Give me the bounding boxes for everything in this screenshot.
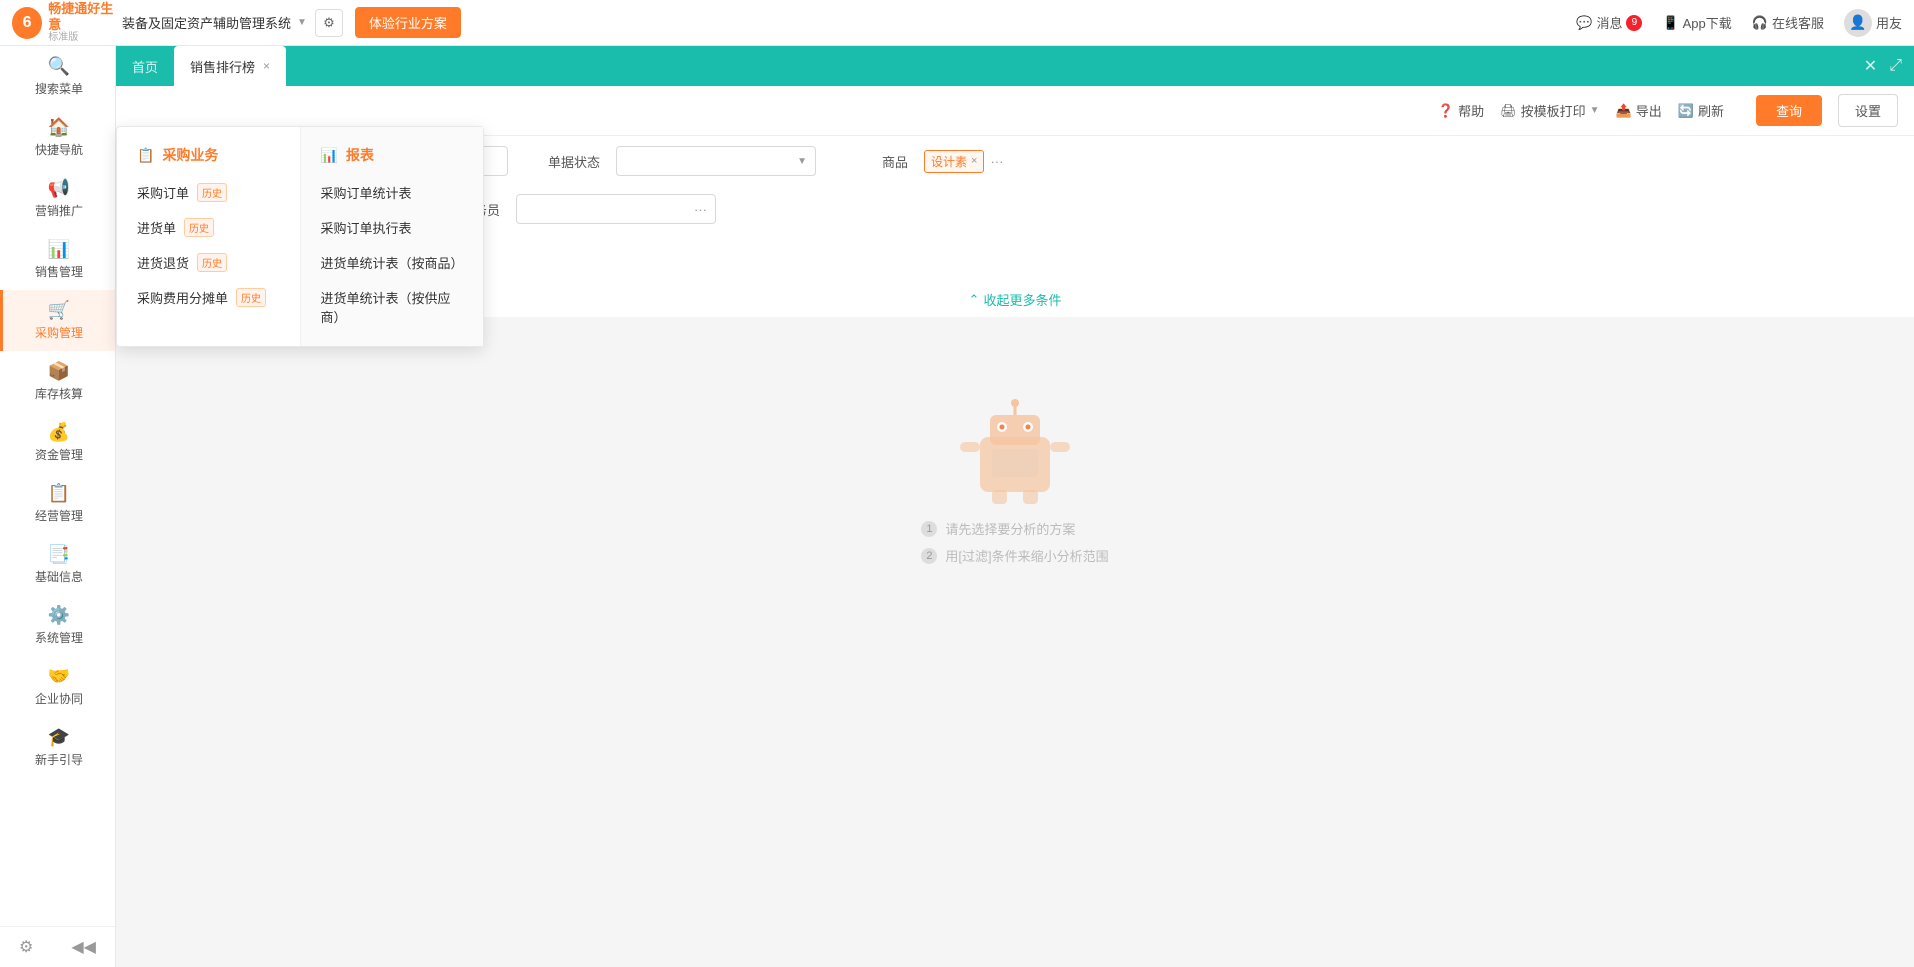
inventory-icon: 📦 — [48, 361, 70, 382]
sidebar-item-system[interactable]: ⚙️ 系统管理 — [0, 595, 115, 656]
dropdown-item-report-inbound-supplier[interactable]: 进货单统计表（按供应商） — [301, 280, 484, 334]
goods-filter: 设计素 × ··· — [924, 150, 1003, 173]
sales-icon: 📊 — [48, 239, 70, 260]
sidebar-item-quick[interactable]: 🏠 快捷导航 — [0, 107, 115, 168]
tab-sales-rank[interactable]: 销售排行榜 × — [174, 46, 286, 86]
report-col-icon: 📊 — [321, 147, 338, 164]
user-item[interactable]: 👤 用友 — [1844, 9, 1902, 37]
dropdown-item-purchase-return[interactable]: 进货退货 历史 — [117, 245, 300, 280]
print-icon: 🖨 — [1500, 103, 1517, 119]
system-name[interactable]: 装备及固定资产辅助管理系统 ▼ — [122, 13, 307, 32]
empty-hint-2: 2 用[过滤]条件来缩小分析范围 — [921, 546, 1108, 565]
finance-icon: 💰 — [48, 422, 70, 443]
help-button[interactable]: ❓ 帮助 — [1438, 101, 1484, 120]
purchase-col: 📋 采购业务 采购订单 历史 进货单 历史 进货退货 历史 采购费用分摊单 历史 — [117, 127, 300, 346]
sidebar-item-guide[interactable]: 🎓 新手引导 — [0, 717, 115, 778]
guide-icon: 🎓 — [48, 727, 70, 748]
report-col: 📊 报表 采购订单统计表 采购订单执行表 进货单统计表（按商品） 进货单统计表（… — [300, 127, 484, 346]
tab-bar-right: ✕ ⤢ — [1864, 56, 1914, 76]
operations-icon: 📋 — [48, 483, 70, 504]
tab-bar: 首页 销售排行榜 × ✕ ⤢ — [116, 46, 1914, 86]
sidebar-item-marketing[interactable]: 📢 营销推广 — [0, 168, 115, 229]
sidebar-item-cooperation[interactable]: 🤝 企业协同 — [0, 656, 115, 717]
goods-more-icon[interactable]: ··· — [990, 154, 1003, 169]
dropdown-item-report-order-stat[interactable]: 采购订单统计表 — [301, 175, 484, 210]
sidebar-item-finance[interactable]: 💰 资金管理 — [0, 412, 115, 473]
empty-state: 1 请先选择要分析的方案 2 用[过滤]条件来缩小分析范围 — [116, 317, 1914, 645]
print-dropdown-icon: ▼ — [1590, 105, 1600, 116]
sidebar-item-search[interactable]: 🔍 搜索菜单 — [0, 46, 115, 107]
home-icon: 🏠 — [48, 117, 70, 138]
online-service-item[interactable]: 🎧 在线客服 — [1752, 13, 1824, 32]
topbar: 6 畅捷通好生意 标准版 装备及固定资产辅助管理系统 ▼ ⚙ 体验行业方案 💬 … — [0, 0, 1914, 46]
collapse-sidebar-icon[interactable]: ◀◀ — [71, 937, 96, 957]
system-icon: ⚙️ — [48, 605, 70, 626]
avatar: 👤 — [1844, 9, 1872, 37]
salesperson-more-icon[interactable]: ··· — [694, 202, 707, 217]
search-icon: 🔍 — [48, 56, 70, 77]
phone-icon: 📱 — [1662, 15, 1678, 31]
export-button[interactable]: 📤 导出 — [1616, 101, 1662, 120]
message-icon: 💬 — [1576, 15, 1592, 31]
dropdown-item-purchase-inbound[interactable]: 进货单 历史 — [117, 210, 300, 245]
message-item[interactable]: 💬 消息 9 — [1576, 13, 1642, 32]
purchase-col-title: 📋 采购业务 — [117, 139, 300, 175]
logo-icon: 6 — [12, 7, 42, 39]
sidebar-item-purchase[interactable]: 🛒 采购管理 — [0, 290, 115, 351]
dropdown-item-report-inbound-goods[interactable]: 进货单统计表（按商品） — [301, 245, 484, 280]
headset-icon: 🎧 — [1752, 15, 1768, 31]
industry-btn[interactable]: 体验行业方案 — [355, 7, 461, 38]
basic-icon: 📑 — [48, 544, 70, 565]
dropdown-item-purchase-expense[interactable]: 采购费用分摊单 历史 — [117, 280, 300, 315]
tab-expand-icon[interactable]: ⤢ — [1889, 57, 1902, 75]
dropdown-item-purchase-order[interactable]: 采购订单 历史 — [117, 175, 300, 210]
tab-home[interactable]: 首页 — [116, 46, 174, 86]
purchase-icon: 🛒 — [48, 300, 70, 321]
gear-button[interactable]: ⚙ — [315, 9, 343, 37]
dropdown-item-report-order-exec[interactable]: 采购订单执行表 — [301, 210, 484, 245]
sidebar: 🔍 搜索菜单 🏠 快捷导航 📢 营销推广 📊 销售管理 🛒 采购管理 📦 库存核… — [0, 46, 116, 967]
dropdown-arrow-icon: ▼ — [297, 17, 307, 28]
collapse-up-icon: ⌃ — [969, 292, 980, 308]
purchase-dropdown-menu: 📋 采购业务 采购订单 历史 进货单 历史 进货退货 历史 采购费用分摊单 历史… — [116, 126, 484, 347]
sidebar-item-inventory[interactable]: 📦 库存核算 — [0, 351, 115, 412]
settings-bottom-icon[interactable]: ⚙ — [19, 937, 33, 957]
cooperation-icon: 🤝 — [48, 666, 70, 687]
print-button[interactable]: 🖨 按模板打印 ▼ — [1500, 101, 1599, 120]
toolbar-actions: ❓ 帮助 🖨 按模板打印 ▼ 📤 导出 🔄 刷新 — [1438, 94, 1898, 127]
empty-hint-1: 1 请先选择要分析的方案 — [921, 519, 1108, 538]
goods-label: 商品 — [848, 152, 908, 171]
doc-status-caret-icon: ▼ — [797, 156, 807, 167]
logo: 6 畅捷通好生意 标准版 — [12, 1, 122, 44]
sidebar-item-basic[interactable]: 📑 基础信息 — [0, 534, 115, 595]
sidebar-bottom: ⚙ ◀◀ — [0, 926, 115, 967]
goods-tag: 设计素 × — [924, 150, 984, 173]
refresh-button[interactable]: 🔄 刷新 — [1678, 101, 1724, 120]
tab-close-window-icon[interactable]: ✕ — [1864, 56, 1877, 76]
help-icon: ❓ — [1438, 103, 1454, 119]
export-icon: 📤 — [1616, 103, 1632, 119]
sidebar-item-sales[interactable]: 📊 销售管理 — [0, 229, 115, 290]
doc-status-control[interactable]: ▼ — [616, 146, 816, 176]
logo-text: 畅捷通好生意 标准版 — [48, 1, 122, 44]
empty-illustration — [945, 397, 1085, 507]
refresh-icon: 🔄 — [1678, 103, 1694, 119]
topbar-right: 💬 消息 9 📱 App下载 🎧 在线客服 👤 用友 — [1576, 9, 1902, 37]
app-download-item[interactable]: 📱 App下载 — [1662, 13, 1731, 32]
empty-text: 1 请先选择要分析的方案 2 用[过滤]条件来缩小分析范围 — [921, 519, 1108, 565]
goods-tag-close-icon[interactable]: × — [971, 155, 977, 167]
setting-button[interactable]: 设置 — [1838, 94, 1898, 127]
report-col-title: 📊 报表 — [301, 139, 484, 175]
purchase-col-icon: 📋 — [137, 147, 154, 164]
doc-status-label: 单据状态 — [540, 152, 600, 171]
marketing-icon: 📢 — [48, 178, 70, 199]
sidebar-item-operations[interactable]: 📋 经营管理 — [0, 473, 115, 534]
salesperson-control[interactable]: ··· — [516, 194, 716, 224]
query-button[interactable]: 查询 — [1756, 95, 1822, 126]
tab-close-icon[interactable]: × — [263, 59, 270, 73]
